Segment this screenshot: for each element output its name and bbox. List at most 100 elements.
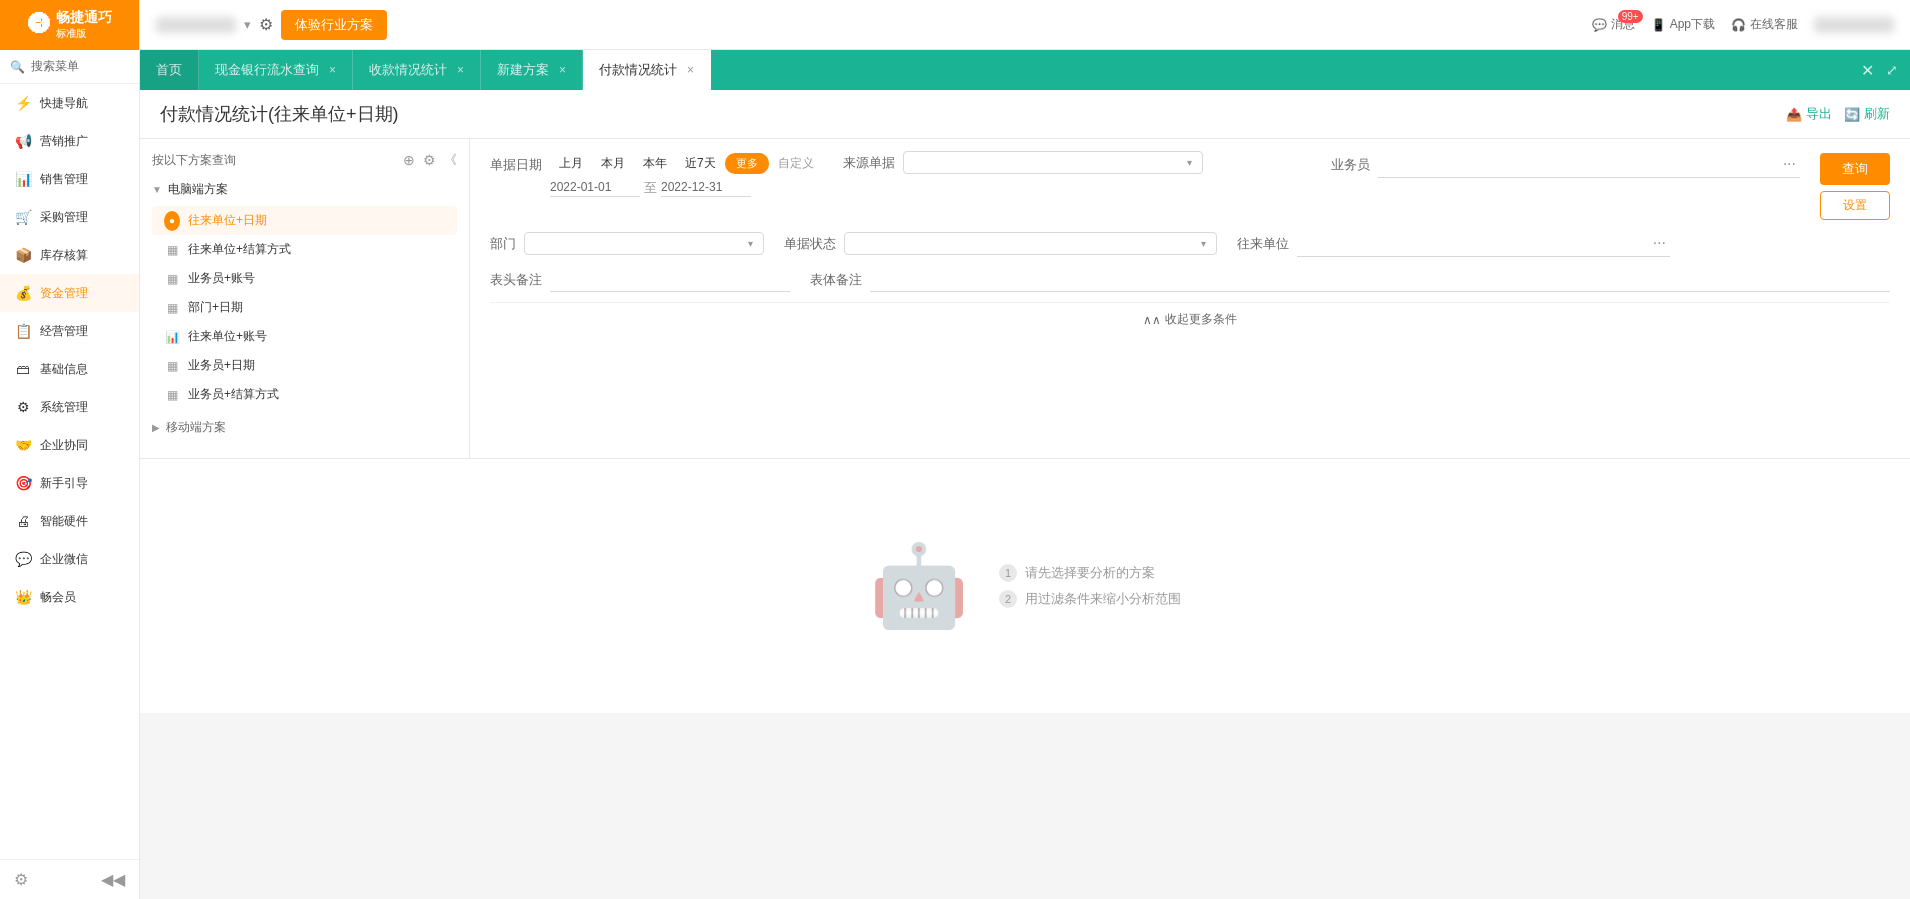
member-icon: 👑 bbox=[14, 588, 32, 606]
last-month-btn[interactable]: 上月 bbox=[550, 151, 592, 176]
sidebar-item-system[interactable]: ⚙ 系统管理 bbox=[0, 388, 139, 426]
sidebar-item-sales[interactable]: 📊 销售管理 bbox=[0, 160, 139, 198]
sidebar-item-purchase[interactable]: 🛒 采购管理 bbox=[0, 198, 139, 236]
tab-home-label: 首页 bbox=[156, 61, 182, 79]
sidebar-item-finance[interactable]: 💰 资金管理 bbox=[0, 274, 139, 312]
topbar-gear-icon[interactable]: ⚙ bbox=[259, 15, 273, 34]
date-to-input[interactable] bbox=[661, 178, 751, 197]
tab-receipt-stats-close[interactable]: × bbox=[457, 63, 464, 77]
tabbar-close-all-icon[interactable]: ✕ bbox=[1861, 61, 1874, 80]
salesperson-more-btn[interactable]: ··· bbox=[1779, 155, 1800, 173]
tab-payment-stats-close[interactable]: × bbox=[687, 63, 694, 77]
arrow-down-icon: ▼ bbox=[152, 184, 162, 195]
bill-status-label: 单据状态 bbox=[784, 235, 836, 253]
wechat-icon: 💬 bbox=[14, 550, 32, 568]
more-date-btn[interactable]: 更多 bbox=[725, 153, 769, 174]
tab-receipt-stats[interactable]: 收款情况统计 × bbox=[353, 50, 481, 90]
tab-receipt-stats-label: 收款情况统计 bbox=[369, 61, 447, 79]
sidebar-item-wechat[interactable]: 💬 企业微信 bbox=[0, 540, 139, 578]
bill-status-arrow: ▾ bbox=[1201, 238, 1206, 249]
refresh-btn[interactable]: 🔄 刷新 bbox=[1844, 105, 1890, 123]
filter-row-1: 单据日期 上月 本月 本年 近7天 更多 自定义 bbox=[490, 151, 1890, 220]
tip-text-1: 请先选择要分析的方案 bbox=[1025, 564, 1155, 582]
dept-select[interactable]: ▾ bbox=[524, 232, 764, 255]
inventory-icon: 📦 bbox=[14, 246, 32, 264]
salesperson-input[interactable] bbox=[1378, 157, 1778, 171]
sidebar-item-label: 企业微信 bbox=[40, 551, 88, 568]
scheme-item-counterpart-settlement[interactable]: ▦ 往来单位+结算方式 bbox=[152, 235, 457, 264]
online-service-label: 在线客服 bbox=[1750, 16, 1798, 33]
this-month-btn[interactable]: 本月 bbox=[592, 151, 634, 176]
sidebar-item-inventory[interactable]: 📦 库存核算 bbox=[0, 236, 139, 274]
scheme-item-salesperson-date[interactable]: ▦ 业务员+日期 bbox=[152, 351, 457, 380]
last-7-btn[interactable]: 近7天 bbox=[676, 151, 725, 176]
app-download-btn[interactable]: 📱 App下载 bbox=[1651, 16, 1715, 33]
hardware-icon: 🖨 bbox=[14, 512, 32, 530]
sidebar-item-member[interactable]: 👑 畅会员 bbox=[0, 578, 139, 616]
cooperation-icon: 🤝 bbox=[14, 436, 32, 454]
body-note-field: 表体备注 bbox=[810, 267, 1890, 292]
app-sub: 标准版 bbox=[56, 27, 112, 41]
user-dropdown-icon[interactable]: ▾ bbox=[244, 17, 251, 32]
sidebar-item-marketing[interactable]: 📢 营销推广 bbox=[0, 122, 139, 160]
this-year-btn[interactable]: 本年 bbox=[634, 151, 676, 176]
scheme-group-desktop-title[interactable]: ▼ 电脑端方案 bbox=[152, 177, 457, 202]
scheme-item-salesperson-settlement[interactable]: ▦ 业务员+结算方式 bbox=[152, 380, 457, 409]
tip-text-2: 用过滤条件来缩小分析范围 bbox=[1025, 590, 1181, 608]
filter-row-3: 表头备注 表体备注 bbox=[490, 267, 1890, 292]
counterpart-input[interactable] bbox=[1297, 236, 1649, 250]
user-avatar[interactable] bbox=[1814, 17, 1894, 33]
tabbar-expand-icon[interactable]: ⤢ bbox=[1886, 62, 1898, 78]
sales-icon: 📊 bbox=[14, 170, 32, 188]
query-btn[interactable]: 查询 bbox=[1820, 153, 1890, 185]
scheme-item-salesperson-account[interactable]: ▦ 业务员+账号 bbox=[152, 264, 457, 293]
sidebar-item-guide[interactable]: 🎯 新手引导 bbox=[0, 464, 139, 502]
scheme-item-counterpart-account[interactable]: 📊 往来单位+账号 bbox=[152, 322, 457, 351]
action-buttons: 查询 设置 bbox=[1820, 153, 1890, 220]
table-icon-4: ▦ bbox=[164, 358, 180, 374]
scheme-settings-icon[interactable]: ⚙ bbox=[423, 152, 436, 168]
app-name: 畅捷通巧 bbox=[56, 9, 112, 27]
body-note-input[interactable] bbox=[870, 267, 1890, 292]
active-circle-icon: ● bbox=[164, 213, 180, 229]
trial-btn[interactable]: 体验行业方案 bbox=[281, 10, 387, 40]
empty-tip-2: 2 用过滤条件来缩小分析范围 bbox=[999, 590, 1181, 608]
main-content: ▾ ⚙ 体验行业方案 💬 消息 99+ 📱 App下载 🎧 在线客服 首页 bbox=[140, 0, 1910, 899]
header-note-input[interactable] bbox=[550, 267, 790, 292]
custom-btn[interactable]: 自定义 bbox=[769, 151, 823, 176]
collapse-more-btn[interactable]: ∧∧ 收起更多条件 bbox=[490, 302, 1890, 336]
date-from-input[interactable] bbox=[550, 178, 640, 197]
sidebar-item-quick-nav[interactable]: ⚡ 快捷导航 bbox=[0, 84, 139, 122]
bill-status-select[interactable]: ▾ bbox=[844, 232, 1217, 255]
sidebar-item-hardware[interactable]: 🖨 智能硬件 bbox=[0, 502, 139, 540]
scheme-item-dept-date[interactable]: ▦ 部门+日期 bbox=[152, 293, 457, 322]
search-menu[interactable]: 🔍 搜索菜单 bbox=[0, 50, 139, 84]
sidebar-item-operation[interactable]: 📋 经营管理 bbox=[0, 312, 139, 350]
setting-btn[interactable]: 设置 bbox=[1820, 191, 1890, 220]
scheme-collapse-icon[interactable]: 《 bbox=[444, 151, 457, 169]
tab-cash-flow-close[interactable]: × bbox=[329, 63, 336, 77]
empty-tip-1: 1 请先选择要分析的方案 bbox=[999, 564, 1181, 582]
sidebar-item-basics[interactable]: 🗃 基础信息 bbox=[0, 350, 139, 388]
scheme-group-desktop: ▼ 电脑端方案 ● 往来单位+日期 ▦ 往来单位+结算方式 ▦ bbox=[152, 177, 457, 409]
scheme-group-mobile-title[interactable]: ▶ 移动端方案 bbox=[152, 415, 457, 440]
counterpart-field: 往来单位 ··· bbox=[1237, 230, 1670, 257]
sidebar-item-label: 营销推广 bbox=[40, 133, 88, 150]
sidebar-item-cooperation[interactable]: 🤝 企业协同 bbox=[0, 426, 139, 464]
source-bill-select[interactable]: ▾ bbox=[903, 151, 1203, 174]
app-download-label: App下载 bbox=[1670, 16, 1715, 33]
tab-new-scheme-close[interactable]: × bbox=[559, 63, 566, 77]
tab-payment-stats[interactable]: 付款情况统计 × bbox=[583, 50, 711, 90]
scheme-add-icon[interactable]: ⊕ bbox=[403, 152, 415, 168]
search-icon: 🔍 bbox=[10, 60, 25, 74]
counterpart-more-btn[interactable]: ··· bbox=[1649, 234, 1670, 252]
message-btn[interactable]: 💬 消息 99+ bbox=[1592, 16, 1635, 33]
tab-cash-flow[interactable]: 现金银行流水查询 × bbox=[199, 50, 353, 90]
sidebar-collapse-icon[interactable]: ◀◀ bbox=[101, 870, 125, 889]
online-service-btn[interactable]: 🎧 在线客服 bbox=[1731, 16, 1798, 33]
scheme-item-counterpart-date[interactable]: ● 往来单位+日期 bbox=[152, 206, 457, 235]
tab-new-scheme[interactable]: 新建方案 × bbox=[481, 50, 583, 90]
export-btn[interactable]: 📤 导出 bbox=[1786, 105, 1832, 123]
settings-gear-icon[interactable]: ⚙ bbox=[14, 870, 28, 889]
tab-home[interactable]: 首页 bbox=[140, 50, 199, 90]
